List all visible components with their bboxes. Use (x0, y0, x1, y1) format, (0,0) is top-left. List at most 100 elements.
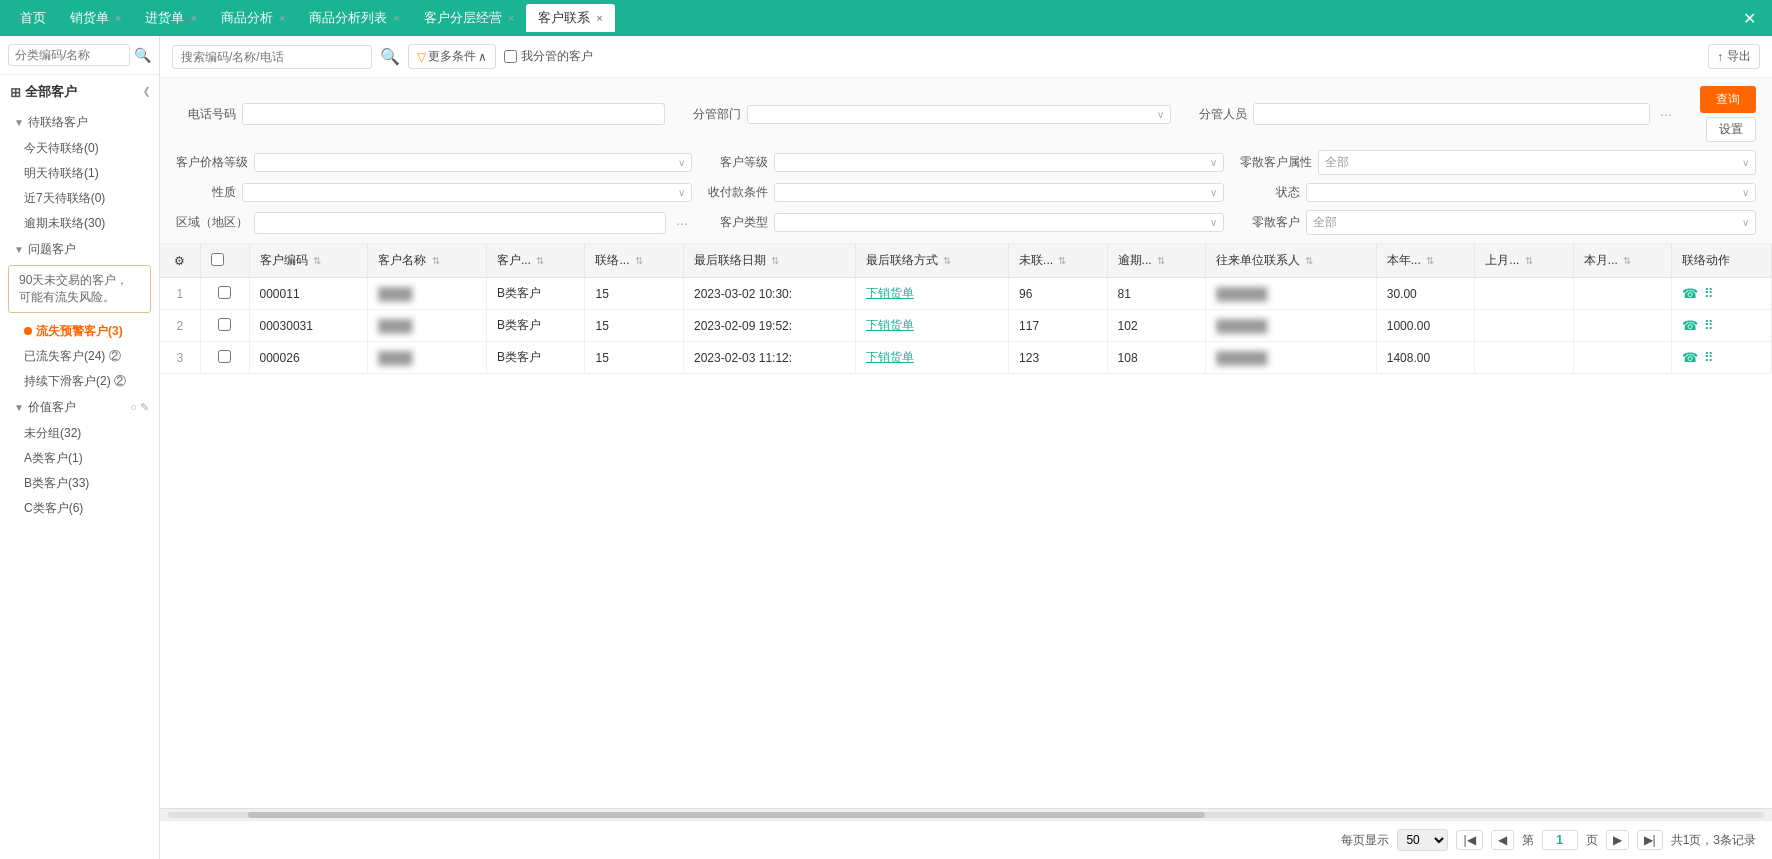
filter-customer-type-select[interactable]: ∨ (774, 213, 1224, 232)
tab-customer-contact-close[interactable]: × (596, 12, 602, 24)
tab-customer-contact[interactable]: 客户联系 × (526, 4, 614, 32)
cell-checkbox[interactable] (200, 342, 249, 374)
sidebar-item-b-class[interactable]: B类客户(33) (0, 471, 159, 496)
query-button[interactable]: 查询 (1700, 86, 1756, 113)
tab-sales-close[interactable]: × (115, 12, 121, 24)
page-input[interactable] (1542, 830, 1578, 850)
sidebar-item-churned[interactable]: 已流失客户(24) ② (0, 344, 159, 369)
my-customers-checkbox[interactable]: 我分管的客户 (504, 48, 593, 65)
next-page-button[interactable]: ▶ (1606, 830, 1629, 850)
tab-customer-seg-close[interactable]: × (508, 12, 514, 24)
sidebar-group-problem[interactable]: ▼ 问题客户 (0, 236, 159, 263)
filter-customer-level-select[interactable]: ∨ (774, 153, 1224, 172)
value-group-icons[interactable]: ○ ✎ (130, 401, 149, 414)
tab-purchase[interactable]: 进货单 × (133, 4, 208, 32)
sidebar-item-overdue-contact[interactable]: 逾期未联络(30) (0, 211, 159, 236)
col-checkbox[interactable] (200, 244, 249, 278)
filter-dept-select[interactable]: ∨ (747, 105, 1170, 124)
per-page-select[interactable]: 50 100 200 (1397, 829, 1448, 851)
col-contact[interactable]: 联络... ⇅ (585, 244, 684, 278)
filter-payment-select[interactable]: ∨ (774, 183, 1224, 202)
cell-contact-person: ██████ (1206, 342, 1377, 374)
cell-no-contact: 96 (1009, 278, 1108, 310)
col-code[interactable]: 客户编码 ⇅ (249, 244, 368, 278)
filter-status-select[interactable]: ∨ (1306, 183, 1756, 202)
filter-scatter-attr-select[interactable]: 全部 ∨ (1318, 150, 1756, 175)
filter-price-level-select[interactable]: ∨ (254, 153, 692, 172)
sidebar-item-7days-contact[interactable]: 近7天待联络(0) (0, 186, 159, 211)
col-this-year[interactable]: 本年... ⇅ (1376, 244, 1475, 278)
filter-scatter-customer-select[interactable]: 全部 ∨ (1306, 210, 1756, 235)
sidebar-search-input[interactable] (8, 44, 130, 66)
filter-region-input[interactable] (254, 212, 666, 234)
scrollbar-thumb[interactable] (248, 812, 1206, 818)
filter-person-input[interactable] (1253, 103, 1651, 125)
row-checkbox[interactable] (218, 350, 231, 363)
sidebar-search-icon[interactable]: 🔍 (134, 47, 151, 63)
last-method-link[interactable]: 下销货单 (866, 286, 914, 300)
col-last-month[interactable]: 上月... ⇅ (1475, 244, 1574, 278)
last-method-link[interactable]: 下销货单 (866, 350, 914, 364)
horizontal-scrollbar[interactable] (160, 808, 1772, 820)
search-button[interactable]: 🔍 (380, 47, 400, 66)
sidebar-item-ungrouped[interactable]: 未分组(32) (0, 421, 159, 446)
tab-home[interactable]: 首页 (8, 4, 58, 32)
window-close-icon[interactable]: ✕ (1735, 5, 1764, 32)
prev-page-button[interactable]: ◀ (1491, 830, 1514, 850)
col-name[interactable]: 客户名称 ⇅ (368, 244, 487, 278)
cell-checkbox[interactable] (200, 310, 249, 342)
sort-overdue-icon: ⇅ (1157, 255, 1165, 266)
col-last-method[interactable]: 最后联络方式 ⇅ (855, 244, 1008, 278)
export-button[interactable]: ↑ 导出 (1708, 44, 1760, 69)
tab-goods-analysis[interactable]: 商品分析 × (209, 4, 297, 32)
cell-type: B类客户 (486, 310, 585, 342)
row-checkbox[interactable] (218, 286, 231, 299)
col-this-month[interactable]: 本月... ⇅ (1573, 244, 1672, 278)
tab-goods-list-close[interactable]: × (393, 12, 399, 24)
more-conditions-button[interactable]: ▽ 更多条件 ∧ (408, 44, 496, 69)
sidebar-all-customers[interactable]: ⊞ 全部客户 《 (0, 75, 159, 109)
scrollbar-track[interactable] (168, 812, 1764, 818)
sidebar-group-pending[interactable]: ▼ 待联络客户 (0, 109, 159, 136)
cell-checkbox[interactable] (200, 278, 249, 310)
tab-purchase-close[interactable]: × (190, 12, 196, 24)
sidebar-item-today-contact[interactable]: 今天待联络(0) (0, 136, 159, 161)
col-last-date[interactable]: 最后联络日期 ⇅ (684, 244, 856, 278)
tab-customer-seg[interactable]: 客户分层经营 × (412, 4, 526, 32)
col-type[interactable]: 客户... ⇅ (486, 244, 585, 278)
filter-nature-select[interactable]: ∨ (242, 183, 692, 202)
more-action-icon[interactable]: ⠿ (1704, 350, 1714, 365)
collapse-icon[interactable]: 《 (138, 85, 149, 100)
sidebar-item-c-class[interactable]: C类客户(6) (0, 496, 159, 521)
row-checkbox[interactable] (218, 318, 231, 331)
more-action-icon[interactable]: ⠿ (1704, 286, 1714, 301)
last-method-link[interactable]: 下销货单 (866, 318, 914, 332)
search-input[interactable] (172, 45, 372, 69)
col-overdue[interactable]: 逾期... ⇅ (1107, 244, 1206, 278)
tab-sales[interactable]: 销货单 × (58, 4, 133, 32)
select-all-checkbox[interactable] (211, 253, 224, 266)
filter-phone-input[interactable] (242, 103, 665, 125)
first-page-button[interactable]: |◀ (1456, 830, 1482, 850)
tab-goods-analysis-close[interactable]: × (279, 12, 285, 24)
person-dots-button[interactable]: ··· (1656, 106, 1676, 122)
tab-goods-list[interactable]: 商品分析列表 × (297, 4, 411, 32)
contact-action-icon[interactable]: ☎ (1682, 318, 1698, 333)
col-contact-person[interactable]: 往来单位联系人 ⇅ (1206, 244, 1377, 278)
col-settings[interactable]: ⚙ (160, 244, 200, 278)
col-no-contact[interactable]: 未联... ⇅ (1009, 244, 1108, 278)
sidebar-group-value[interactable]: ▼ 价值客户 ○ ✎ (0, 394, 159, 421)
last-page-button[interactable]: ▶| (1637, 830, 1663, 850)
setting-button[interactable]: 设置 (1706, 117, 1756, 142)
region-dots-button[interactable]: ··· (672, 215, 692, 231)
more-action-icon[interactable]: ⠿ (1704, 318, 1714, 333)
cell-last-date: 2023-02-09 19:52: (684, 310, 856, 342)
sidebar-item-churn-warning[interactable]: 流失预警客户(3) (0, 319, 159, 344)
sidebar-item-tomorrow-contact[interactable]: 明天待联络(1) (0, 161, 159, 186)
contact-action-icon[interactable]: ☎ (1682, 286, 1698, 301)
contact-action-icon[interactable]: ☎ (1682, 350, 1698, 365)
sidebar-item-declining[interactable]: 持续下滑客户(2) ② (0, 369, 159, 394)
my-customers-check[interactable] (504, 50, 517, 63)
contact-person-blurred: ██████ (1216, 287, 1267, 301)
sidebar-item-a-class[interactable]: A类客户(1) (0, 446, 159, 471)
